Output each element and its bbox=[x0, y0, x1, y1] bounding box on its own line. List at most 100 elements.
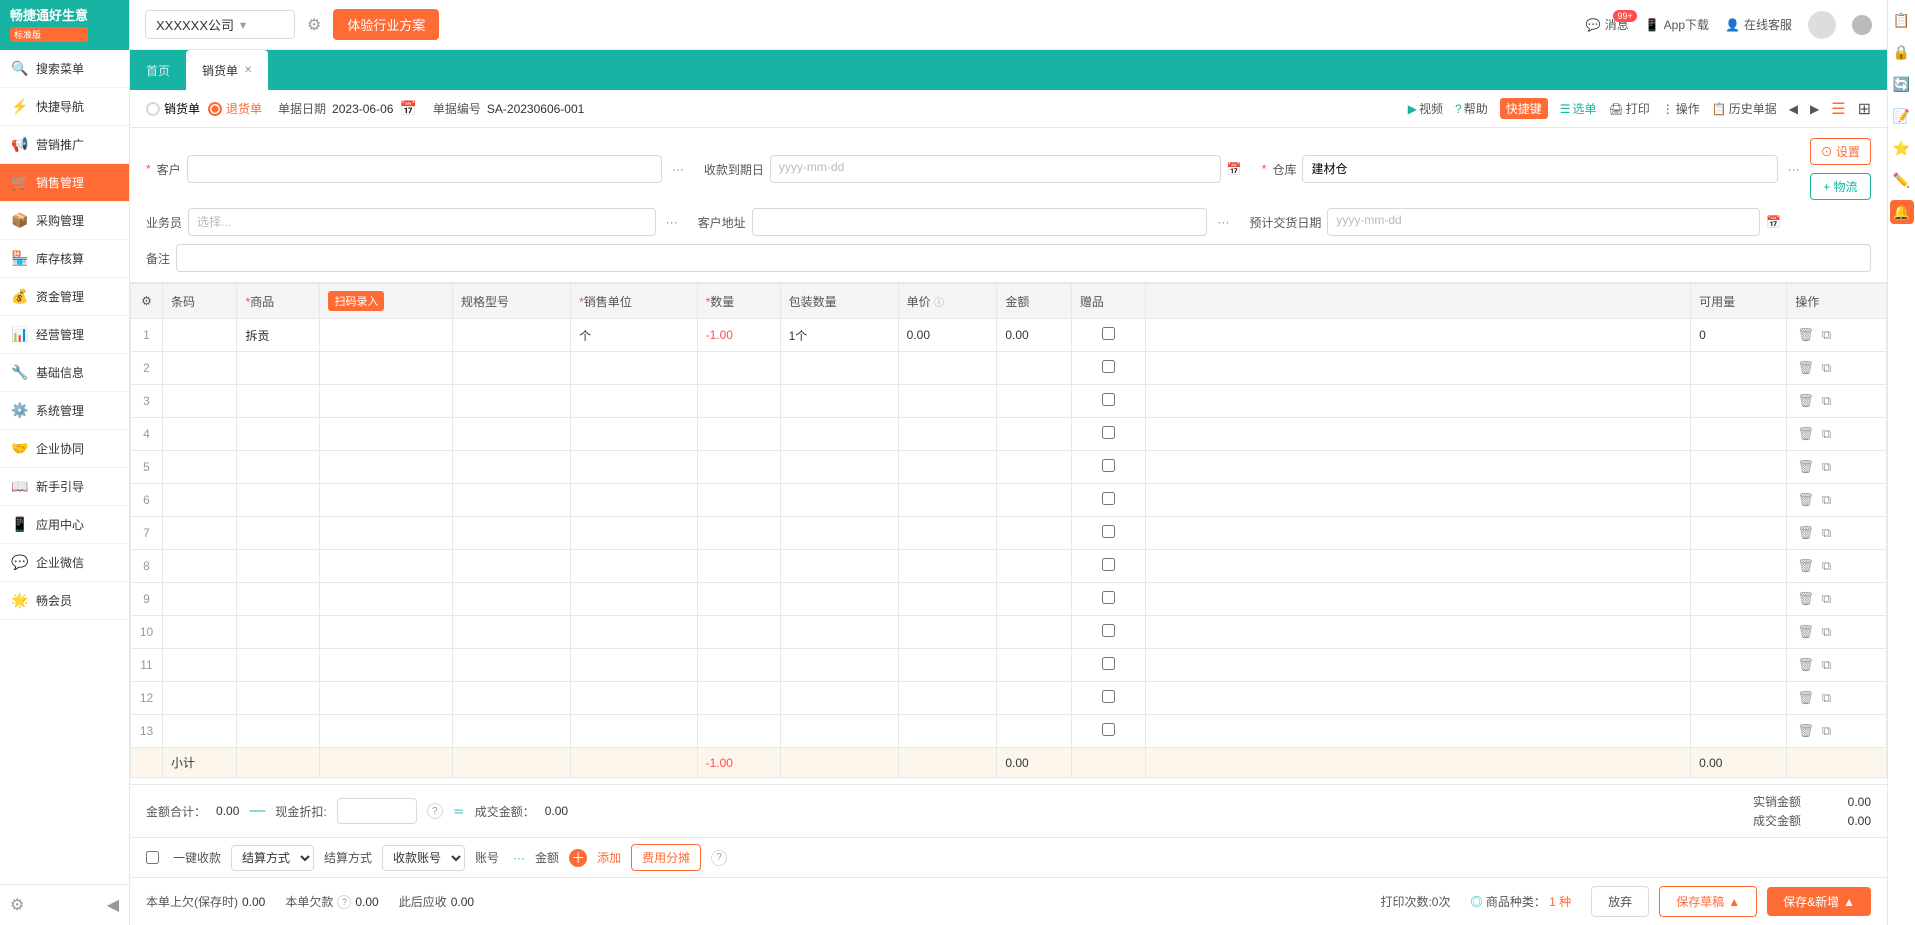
copy-row-btn[interactable]: ⧉ bbox=[1820, 655, 1833, 675]
col-gear[interactable]: ⚙ bbox=[131, 284, 163, 319]
help-discount-icon[interactable]: ? bbox=[427, 803, 443, 819]
copy-row-btn[interactable]: ⧉ bbox=[1820, 391, 1833, 411]
delivery-calendar-icon[interactable]: 📅 bbox=[1766, 215, 1781, 229]
sidebar-item-management[interactable]: 📊 经营管理 bbox=[0, 316, 129, 354]
right-icon-lock[interactable]: 🔒 bbox=[1890, 40, 1914, 64]
history-btn[interactable]: 📋 历史单据 bbox=[1712, 100, 1777, 117]
delete-row-btn[interactable]: 🗑 bbox=[1795, 490, 1816, 510]
radio-sales-order[interactable]: 销货单 bbox=[146, 100, 200, 117]
delete-row-btn[interactable]: 🗑 bbox=[1795, 358, 1816, 378]
delete-row-btn[interactable]: 🗑 bbox=[1795, 622, 1816, 642]
copy-row-btn[interactable]: ⧉ bbox=[1820, 358, 1833, 378]
radio-return-order[interactable]: 退货单 bbox=[208, 100, 262, 117]
online-service-btn[interactable]: 👤 在线客服 bbox=[1725, 16, 1792, 33]
row-amount[interactable]: 0.00 bbox=[997, 319, 1071, 352]
copy-row-btn[interactable]: ⧉ bbox=[1820, 721, 1833, 741]
address-dots[interactable]: ··· bbox=[1217, 215, 1229, 229]
sidebar-item-wechat[interactable]: 💬 企业微信 bbox=[0, 544, 129, 582]
salesperson-input[interactable]: 选择... bbox=[188, 208, 656, 236]
row-gift[interactable] bbox=[1071, 319, 1145, 352]
row-price[interactable]: 0.00 bbox=[898, 319, 997, 352]
row-spec[interactable] bbox=[453, 319, 571, 352]
settings-footer-icon[interactable]: ⚙ bbox=[10, 895, 24, 915]
copy-row-btn[interactable]: ⧉ bbox=[1820, 523, 1833, 543]
note-input[interactable] bbox=[176, 244, 1871, 272]
delete-row-btn[interactable]: 🗑 bbox=[1795, 556, 1816, 576]
video-btn[interactable]: ▶ 视频 bbox=[1408, 100, 1443, 117]
logistics-btn[interactable]: + 物流 bbox=[1810, 173, 1871, 200]
sidebar-item-finance[interactable]: 💰 资金管理 bbox=[0, 278, 129, 316]
salesperson-dots[interactable]: ··· bbox=[666, 215, 678, 229]
total-owe-help-icon[interactable]: ? bbox=[337, 895, 351, 909]
one-click-checkbox[interactable] bbox=[146, 851, 159, 864]
row-pack-qty[interactable]: 1个 bbox=[780, 319, 898, 352]
add-payment-btn[interactable]: ＋ bbox=[569, 849, 587, 867]
right-icon-refresh[interactable]: 🔄 bbox=[1890, 72, 1914, 96]
delete-row-btn[interactable]: 🗑 bbox=[1795, 424, 1816, 444]
avatar[interactable] bbox=[1808, 11, 1836, 39]
delete-row-btn[interactable]: 🗑 bbox=[1795, 688, 1816, 708]
account-select[interactable]: 收款账号 bbox=[382, 845, 465, 871]
shortcut-btn[interactable]: 快捷键 bbox=[1500, 98, 1548, 119]
collapse-icon[interactable]: ◀ bbox=[107, 895, 119, 915]
copy-row-btn[interactable]: ⧉ bbox=[1820, 325, 1833, 345]
sidebar-item-purchase[interactable]: 📦 采购管理 bbox=[0, 202, 129, 240]
copy-row-btn[interactable]: ⧉ bbox=[1820, 556, 1833, 576]
delete-row-btn[interactable]: 🗑 bbox=[1795, 391, 1816, 411]
copy-row-btn[interactable]: ⧉ bbox=[1820, 490, 1833, 510]
fee-split-btn[interactable]: 费用分摊 bbox=[631, 844, 701, 871]
sidebar-item-member[interactable]: 🌟 畅会员 bbox=[0, 582, 129, 620]
gear-icon[interactable]: ⚙ bbox=[307, 15, 321, 35]
save-draft-btn[interactable]: 保存草稿 ▲ bbox=[1659, 886, 1757, 917]
prev-record-icon[interactable]: ◀ bbox=[1789, 102, 1798, 116]
copy-row-btn[interactable]: ⧉ bbox=[1820, 622, 1833, 642]
sidebar-item-app-center[interactable]: 📱 应用中心 bbox=[0, 506, 129, 544]
account-dots[interactable]: ··· bbox=[513, 851, 525, 865]
operation-btn[interactable]: ⋮ 操作 bbox=[1662, 100, 1700, 117]
row-qty[interactable]: -1.00 bbox=[697, 319, 780, 352]
copy-row-btn[interactable]: ⧉ bbox=[1820, 424, 1833, 444]
select-btn[interactable]: ☰ 选单 bbox=[1560, 100, 1597, 117]
warehouse-dots[interactable]: ··· bbox=[1788, 162, 1800, 176]
sidebar-item-sales[interactable]: 🛒 销售管理 bbox=[0, 164, 129, 202]
tab-sales-order[interactable]: 销货单 ✕ bbox=[186, 50, 268, 90]
company-selector[interactable]: XXXXXX公司 ▾ bbox=[145, 10, 295, 39]
right-icon-note[interactable]: 📝 bbox=[1890, 104, 1914, 128]
print-btn[interactable]: 🖨 打印 bbox=[1609, 100, 1650, 117]
delete-row-btn[interactable]: 🗑 bbox=[1795, 325, 1816, 345]
row-product[interactable]: 拆贡 bbox=[237, 319, 320, 352]
right-icon-edit[interactable]: ✏️ bbox=[1890, 168, 1914, 192]
delete-row-btn[interactable]: 🗑 bbox=[1795, 655, 1816, 675]
right-icon-bell[interactable]: 🔔 bbox=[1890, 200, 1914, 224]
due-date-calendar-icon[interactable]: 📅 bbox=[1227, 162, 1242, 176]
next-record-icon[interactable]: ▶ bbox=[1810, 102, 1819, 116]
tab-home[interactable]: 首页 bbox=[130, 50, 186, 90]
col-scan[interactable]: 扫码录入 bbox=[320, 284, 453, 319]
delivery-date-input[interactable]: yyyy-mm-dd bbox=[1327, 208, 1760, 236]
delete-row-btn[interactable]: 🗑 bbox=[1795, 721, 1816, 741]
delete-row-btn[interactable]: 🗑 bbox=[1795, 523, 1816, 543]
sidebar-item-guide[interactable]: 📖 新手引导 bbox=[0, 468, 129, 506]
experience-btn[interactable]: 体验行业方案 bbox=[333, 9, 439, 40]
product-kind-value[interactable]: 1 种 bbox=[1549, 895, 1571, 909]
customer-dots[interactable]: ··· bbox=[672, 162, 684, 176]
gift-checkbox[interactable] bbox=[1102, 327, 1115, 340]
app-download-btn[interactable]: 📱 App下载 bbox=[1645, 16, 1709, 33]
sidebar-item-inventory[interactable]: 🏪 库存核算 bbox=[0, 240, 129, 278]
tab-close-icon[interactable]: ✕ bbox=[244, 65, 252, 76]
delete-row-btn[interactable]: 🗑 bbox=[1795, 589, 1816, 609]
calendar-icon[interactable]: 📅 bbox=[399, 100, 416, 117]
sidebar-item-basic-info[interactable]: 🔧 基础信息 bbox=[0, 354, 129, 392]
row-unit[interactable]: 个 bbox=[571, 319, 698, 352]
copy-row-btn[interactable]: ⧉ bbox=[1820, 457, 1833, 477]
copy-row-btn[interactable]: ⧉ bbox=[1820, 589, 1833, 609]
sidebar-item-marketing[interactable]: 📢 营销推广 bbox=[0, 126, 129, 164]
settings-btn[interactable]: ⊙ 设置 bbox=[1810, 138, 1871, 165]
sidebar-item-enterprise[interactable]: 🤝 企业协同 bbox=[0, 430, 129, 468]
message-btn[interactable]: 💬 消息 99+ bbox=[1586, 16, 1629, 33]
right-icon-star[interactable]: ⭐ bbox=[1890, 136, 1914, 160]
scan-btn[interactable]: 扫码录入 bbox=[328, 291, 384, 311]
sidebar-item-search[interactable]: 🔍 搜索菜单 bbox=[0, 50, 129, 88]
customer-input[interactable] bbox=[187, 155, 662, 183]
list-view-icon[interactable]: ☰ bbox=[1831, 99, 1845, 119]
